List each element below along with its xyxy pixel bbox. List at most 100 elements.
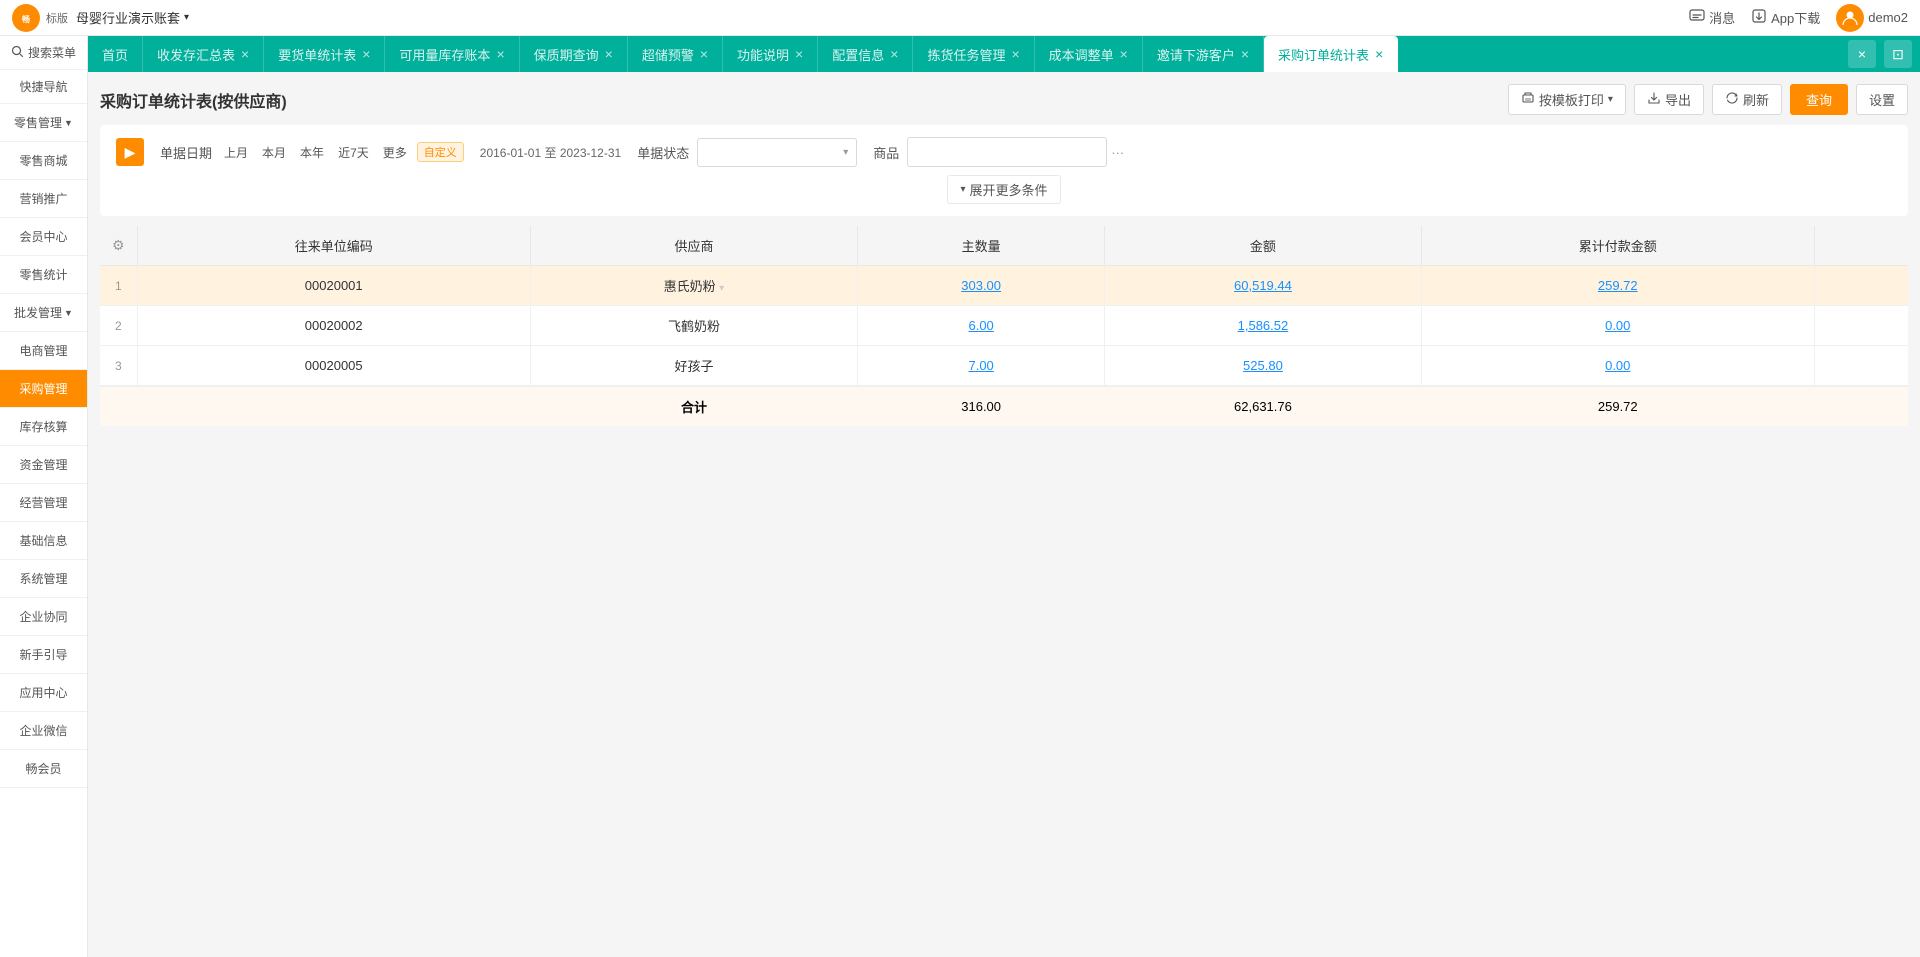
user-avatar (1836, 4, 1864, 32)
filter-row: ▶ 单据日期 上月 本月 本年 近7天 更多 自定义 (116, 137, 1892, 167)
row-amount-2[interactable]: 1,586.52 (1105, 306, 1421, 346)
message-btn[interactable]: 消息 (1689, 8, 1735, 27)
row-paid-1[interactable]: 259.72 (1421, 266, 1814, 306)
settings-btn[interactable]: 设置 (1856, 84, 1908, 115)
sidebar-item-wholesale-mgmt[interactable]: 批发管理 ▼ (0, 294, 87, 332)
query-btn[interactable]: 查询 (1790, 84, 1848, 115)
logo-icon: 畅 (12, 4, 40, 32)
sidebar-item-new-guide[interactable]: 新手引导 (0, 636, 87, 674)
sidebar-item-vip-member[interactable]: 畅会员 (0, 750, 87, 788)
sidebar-item-basic-info[interactable]: 基础信息 (0, 522, 87, 560)
row-amount-3[interactable]: 525.80 (1105, 346, 1421, 387)
col-settings-icon[interactable]: ⚙ (112, 237, 125, 253)
sidebar-item-enterprise-wechat[interactable]: 企业微信 (0, 712, 87, 750)
chevron-down-icon-2: ▼ (64, 308, 73, 318)
date-range-item: 2016-01-01 至 2023-12-31 (480, 144, 621, 161)
sidebar-item-retail-stats[interactable]: 零售统计 (0, 256, 87, 294)
workspace-arrow-icon: ▾ (184, 12, 189, 23)
shortcut-7days[interactable]: 近7天 (334, 142, 373, 163)
tab-demand-stats[interactable]: 要货单统计表 × (264, 36, 385, 72)
sidebar-item-enterprise-collab[interactable]: 企业协同 (0, 598, 87, 636)
col-paid: 累计付款金额 (1421, 226, 1814, 266)
user-area[interactable]: demo2 (1836, 4, 1908, 32)
sidebar-item-inventory-check[interactable]: 库存核算 (0, 408, 87, 446)
shortcut-this-year[interactable]: 本年 (296, 142, 328, 163)
row-qty-2[interactable]: 6.00 (858, 306, 1105, 346)
row-qty-3[interactable]: 7.00 (858, 346, 1105, 387)
tab-config-info[interactable]: 配置信息 × (818, 36, 913, 72)
row-paid-2[interactable]: 0.00 (1421, 306, 1814, 346)
tab-shelf-life[interactable]: 保质期查询 × (520, 36, 628, 72)
sidebar-item-app-center[interactable]: 应用中心 (0, 674, 87, 712)
sidebar-search[interactable]: 搜索菜单 (0, 36, 87, 70)
export-btn[interactable]: 导出 (1634, 84, 1704, 115)
tab-fullscreen-btn[interactable]: ⊡ (1884, 40, 1912, 68)
footer-qty: 316.00 (858, 386, 1105, 426)
tab-pick-task-label: 拣货任务管理 (927, 45, 1005, 64)
tab-overstock[interactable]: 超储预警 × (628, 36, 723, 72)
tab-close-all-btn[interactable]: × (1848, 40, 1876, 68)
shortcut-this-month[interactable]: 本月 (258, 142, 290, 163)
status-select-value (706, 143, 719, 162)
tab-collect-send[interactable]: 收发存汇总表 × (143, 36, 264, 72)
col-qty: 主数量 (858, 226, 1105, 266)
filter-toggle-btn[interactable]: ▶ (116, 138, 144, 166)
tab-cost-adjust[interactable]: 成本调整单 × (1035, 36, 1143, 72)
refresh-icon (1725, 91, 1739, 108)
shortcut-more[interactable]: 更多 (379, 142, 411, 163)
col-extra (1814, 226, 1908, 266)
sidebar-quick-nav[interactable]: 快捷导航 (0, 70, 87, 104)
page-actions: 按模板打印 ▾ 导出 刷新 查询 (1508, 84, 1908, 115)
sidebar-item-finance-mgmt[interactable]: 资金管理 (0, 446, 87, 484)
sidebar-item-purchase-mgmt[interactable]: 采购管理 (0, 370, 87, 408)
tab-close-collect-send[interactable]: × (241, 46, 249, 62)
print-btn[interactable]: 按模板打印 ▾ (1508, 84, 1626, 115)
sidebar-item-ecommerce-mgmt[interactable]: 电商管理 (0, 332, 87, 370)
tab-close-cost-adjust[interactable]: × (1120, 46, 1128, 62)
message-label: 消息 (1709, 8, 1735, 27)
workspace-selector[interactable]: 母婴行业演示账套 ▾ (76, 8, 189, 27)
sidebar-item-marketing[interactable]: 营销推广 (0, 180, 87, 218)
page-content: 采购订单统计表(按供应商) 按模板打印 ▾ 导出 (88, 72, 1920, 957)
row-code-1: 00020001 (137, 266, 530, 306)
row-paid-3[interactable]: 0.00 (1421, 346, 1814, 387)
row-supplier-1: 惠氏奶粉 ▾ (530, 266, 857, 306)
sidebar-item-member-center[interactable]: 会员中心 (0, 218, 87, 256)
col-unit-code: 往来单位编码 (137, 226, 530, 266)
tab-close-pick-task[interactable]: × (1011, 46, 1019, 62)
tab-close-shelf-life[interactable]: × (605, 46, 613, 62)
tab-purchase-stats[interactable]: 采购订单统计表 × (1264, 36, 1398, 72)
tab-close-purchase-stats[interactable]: × (1375, 46, 1383, 62)
row-extra-1 (1814, 266, 1908, 306)
goods-input[interactable] (907, 137, 1107, 167)
tab-available-inv[interactable]: 可用量库存账本 × (385, 36, 519, 72)
sidebar-item-operations-mgmt[interactable]: 经营管理 (0, 484, 87, 522)
app-download-btn[interactable]: App下载 (1751, 8, 1820, 27)
tab-func-desc[interactable]: 功能说明 × (723, 36, 818, 72)
tab-close-overstock[interactable]: × (700, 46, 708, 62)
tab-home[interactable]: 首页 (88, 36, 143, 72)
tab-pick-task[interactable]: 拣货任务管理 × (913, 36, 1034, 72)
custom-tag[interactable]: 自定义 (417, 142, 464, 162)
tab-close-config-info[interactable]: × (890, 46, 898, 62)
col-amount: 金额 (1105, 226, 1421, 266)
tab-close-func-desc[interactable]: × (795, 46, 803, 62)
footer-empty-2 (137, 386, 530, 426)
tab-close-demand-stats[interactable]: × (362, 46, 370, 62)
sidebar-item-system-mgmt[interactable]: 系统管理 (0, 560, 87, 598)
sidebar-item-retail-mgmt[interactable]: 零售管理 ▼ (0, 104, 87, 142)
tab-invite-downstream[interactable]: 邀请下游客户 × (1143, 36, 1264, 72)
tab-close-invite-downstream[interactable]: × (1241, 46, 1249, 62)
tab-collect-send-label: 收发存汇总表 (157, 45, 235, 64)
status-select[interactable]: ▾ (697, 138, 857, 167)
sidebar-item-retail-mall[interactable]: 零售商城 (0, 142, 87, 180)
expand-btn[interactable]: ▾ 展开更多条件 (947, 175, 1060, 204)
tab-close-available-inv[interactable]: × (496, 46, 504, 62)
row-qty-1[interactable]: 303.00 (858, 266, 1105, 306)
table-header-row: ⚙ 往来单位编码 供应商 主数量 金额 累计付款金额 (100, 226, 1908, 266)
goods-more-btn[interactable]: ··· (1111, 145, 1124, 160)
shortcut-last-month[interactable]: 上月 (220, 142, 252, 163)
footer-extra (1814, 386, 1908, 426)
row-amount-1[interactable]: 60,519.44 (1105, 266, 1421, 306)
refresh-btn[interactable]: 刷新 (1712, 84, 1782, 115)
